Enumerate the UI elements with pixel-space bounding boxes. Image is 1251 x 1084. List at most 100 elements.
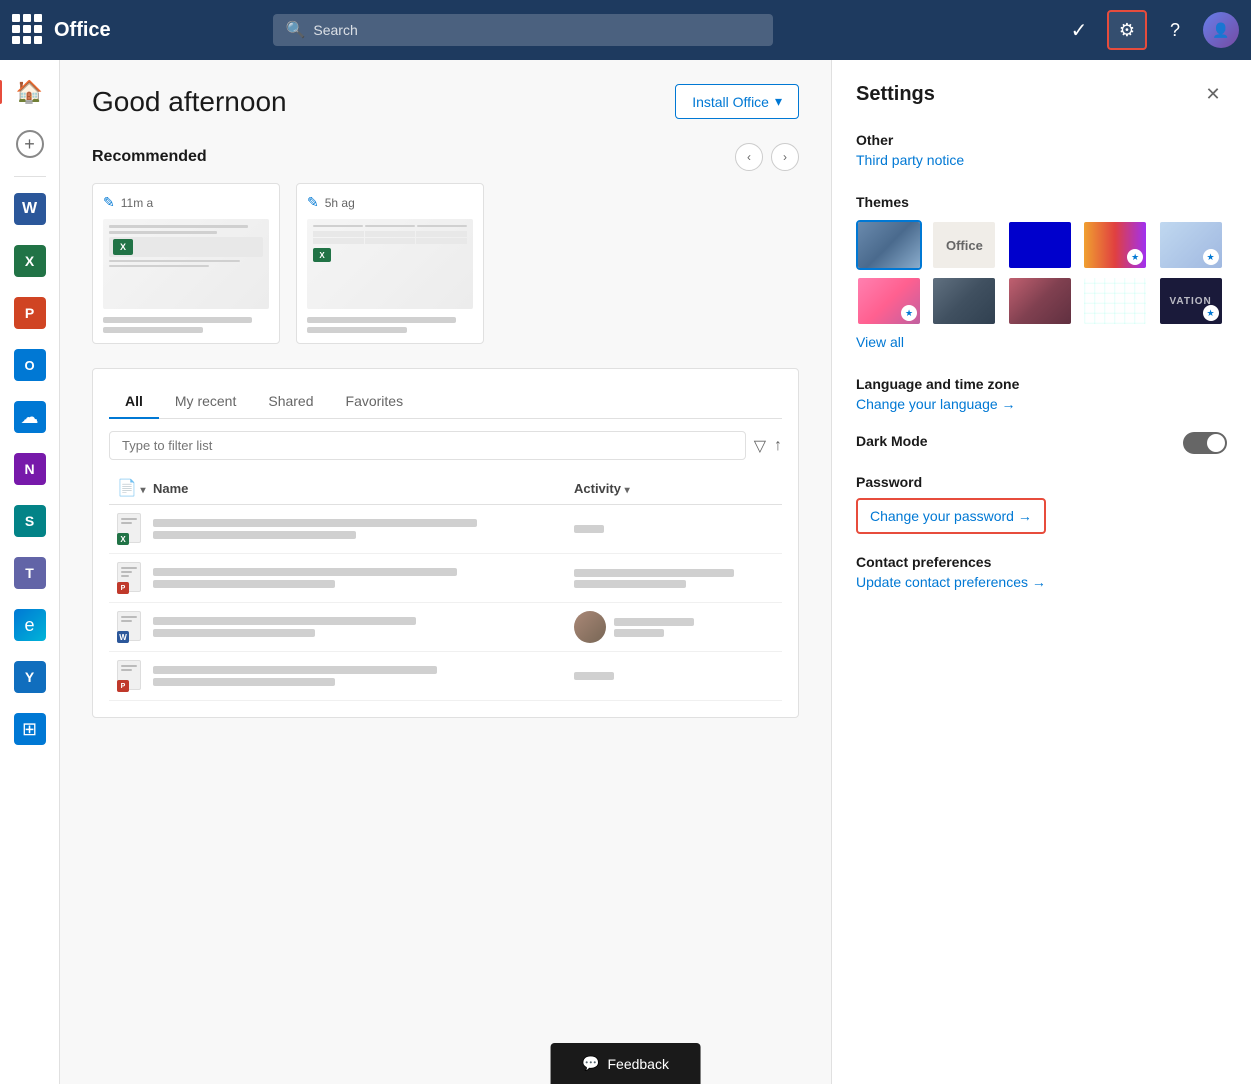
main-layout: 🏠 + W X P O ☁ N S T e [0,60,1251,1084]
edit-icon-1: ✎ [103,194,115,211]
themes-grid: Office ★ ★ ★ [856,220,1227,326]
theme-mountain-preview [933,278,995,324]
sidebar-item-teams[interactable]: T [6,549,54,597]
navbar: Office 🔍 ✓ ⚙ ? 👤 [0,0,1251,60]
password-title: Password [856,474,1227,490]
filter-icon[interactable]: ▽ [754,436,766,456]
tell-me-button[interactable]: ✓ [1059,10,1099,50]
recommended-title: Recommended [92,148,207,166]
change-language-link[interactable]: Change your language → [856,396,1227,412]
prev-arrow[interactable]: ‹ [735,143,763,171]
recommended-card-1[interactable]: ✎ 11m a X [92,183,280,344]
view-all-themes-link[interactable]: View all [856,334,904,350]
sort-icon[interactable]: ↑ [774,437,782,455]
theme-office[interactable]: Office [931,220,997,270]
theme-star-navy: ★ [1203,305,1219,321]
card1-thumb: X [103,219,269,309]
theme-wallpaper[interactable] [856,220,922,270]
theme-wallpaper-preview [858,222,920,268]
theme-mountain[interactable] [931,276,997,326]
table-row[interactable]: P [109,554,782,603]
tab-my-recent[interactable]: My recent [159,385,252,419]
dark-mode-toggle[interactable] [1183,432,1227,454]
card1-lines [103,317,269,333]
search-input[interactable] [313,22,761,38]
file-activity-1 [574,525,774,533]
edit-icon-2: ✎ [307,194,319,211]
dark-mode-row: Dark Mode [856,432,1227,454]
card2-thumb: X [307,219,473,309]
feedback-button[interactable]: 💬 Feedback [550,1043,701,1084]
col-activity-header[interactable]: Activity ▾ [574,481,774,496]
tab-all[interactable]: All [109,385,159,419]
card2-line-1 [307,317,456,323]
dark-mode-title: Dark Mode [856,433,928,449]
card1-time: 11m a [121,196,153,210]
theme-star-vivid: ★ [901,305,917,321]
settings-language-section: Language and time zone Change your langu… [856,376,1227,412]
greeting-row: Good afternoon Install Office ▾ [92,84,799,119]
recommended-header: Recommended ‹ › [92,143,799,171]
sidebar-item-home[interactable]: 🏠 [6,68,54,116]
sidebar-item-edge[interactable]: e [6,601,54,649]
sidebar-item-powerpoint[interactable]: P [6,289,54,337]
next-arrow[interactable]: › [771,143,799,171]
sidebar-item-yammer[interactable]: Y [6,653,54,701]
content-area: Good afternoon Install Office ▾ Recommen… [60,60,831,1084]
theme-circuit-preview [1084,278,1146,324]
theme-star-light: ★ [1203,249,1219,265]
sidebar-item-onedrive[interactable]: ☁ [6,393,54,441]
sidebar-item-outlook[interactable]: O [6,341,54,389]
sidebar-divider [14,176,46,177]
table-row[interactable]: P [109,652,782,701]
language-title: Language and time zone [856,376,1227,392]
settings-title: Settings [856,83,935,106]
files-tabs: All My recent Shared Favorites [109,385,782,419]
theme-vivid[interactable]: ★ [856,276,922,326]
search-bar[interactable]: 🔍 [273,14,773,46]
theme-light[interactable]: ★ [1158,220,1224,270]
recommended-card-2[interactable]: ✎ 5h ag [296,183,484,344]
sidebar-item-excel[interactable]: X [6,237,54,285]
filter-row: ▽ ↑ [109,431,782,460]
theme-dark[interactable] [1007,220,1073,270]
contact-title: Contact preferences [856,554,1227,570]
settings-button[interactable]: ⚙ [1107,10,1147,50]
settings-close-button[interactable]: ✕ [1199,80,1227,108]
theme-colorful[interactable]: ★ [1082,220,1148,270]
recommended-cards: ✎ 11m a X [92,183,799,344]
grid-icon[interactable] [12,14,44,46]
tab-favorites[interactable]: Favorites [330,385,420,419]
file-name-4 [153,666,574,686]
update-contact-link[interactable]: Update contact preferences → [856,574,1227,590]
navbar-right: ✓ ⚙ ? 👤 [1059,10,1239,50]
tab-shared[interactable]: Shared [252,385,329,419]
install-office-button[interactable]: Install Office ▾ [675,84,799,119]
table-row[interactable]: W [109,603,782,652]
theme-circuit[interactable] [1082,276,1148,326]
theme-navy[interactable]: VATION ★ [1158,276,1224,326]
feedback-icon: 💬 [582,1055,599,1072]
sidebar-item-word[interactable]: W [6,185,54,233]
theme-office-preview: Office [933,222,995,268]
filter-input[interactable] [109,431,746,460]
help-button[interactable]: ? [1155,10,1195,50]
card1-line-2 [103,327,203,333]
table-row[interactable]: X [109,505,782,554]
user-avatar[interactable]: 👤 [1203,12,1239,48]
file-icon-3: W [117,611,153,643]
settings-dark-mode-section: Dark Mode [856,432,1227,454]
theme-sunset[interactable] [1007,276,1073,326]
change-password-box[interactable]: Change your password → [856,498,1046,534]
greeting-text: Good afternoon [92,86,287,118]
settings-panel: Settings ✕ Other Third party notice Them… [831,60,1251,1084]
third-party-notice-link[interactable]: Third party notice [856,152,964,168]
sidebar-item-add[interactable]: + [6,120,54,168]
sidebar-item-sharepoint[interactable]: S [6,497,54,545]
sidebar-item-store[interactable]: ⊞ [6,705,54,753]
file-activity-3 [574,611,774,643]
sidebar-item-onenote[interactable]: N [6,445,54,493]
install-office-label: Install Office [692,94,769,110]
toggle-knob [1207,434,1225,452]
change-password-link: Change your password → [870,508,1032,524]
